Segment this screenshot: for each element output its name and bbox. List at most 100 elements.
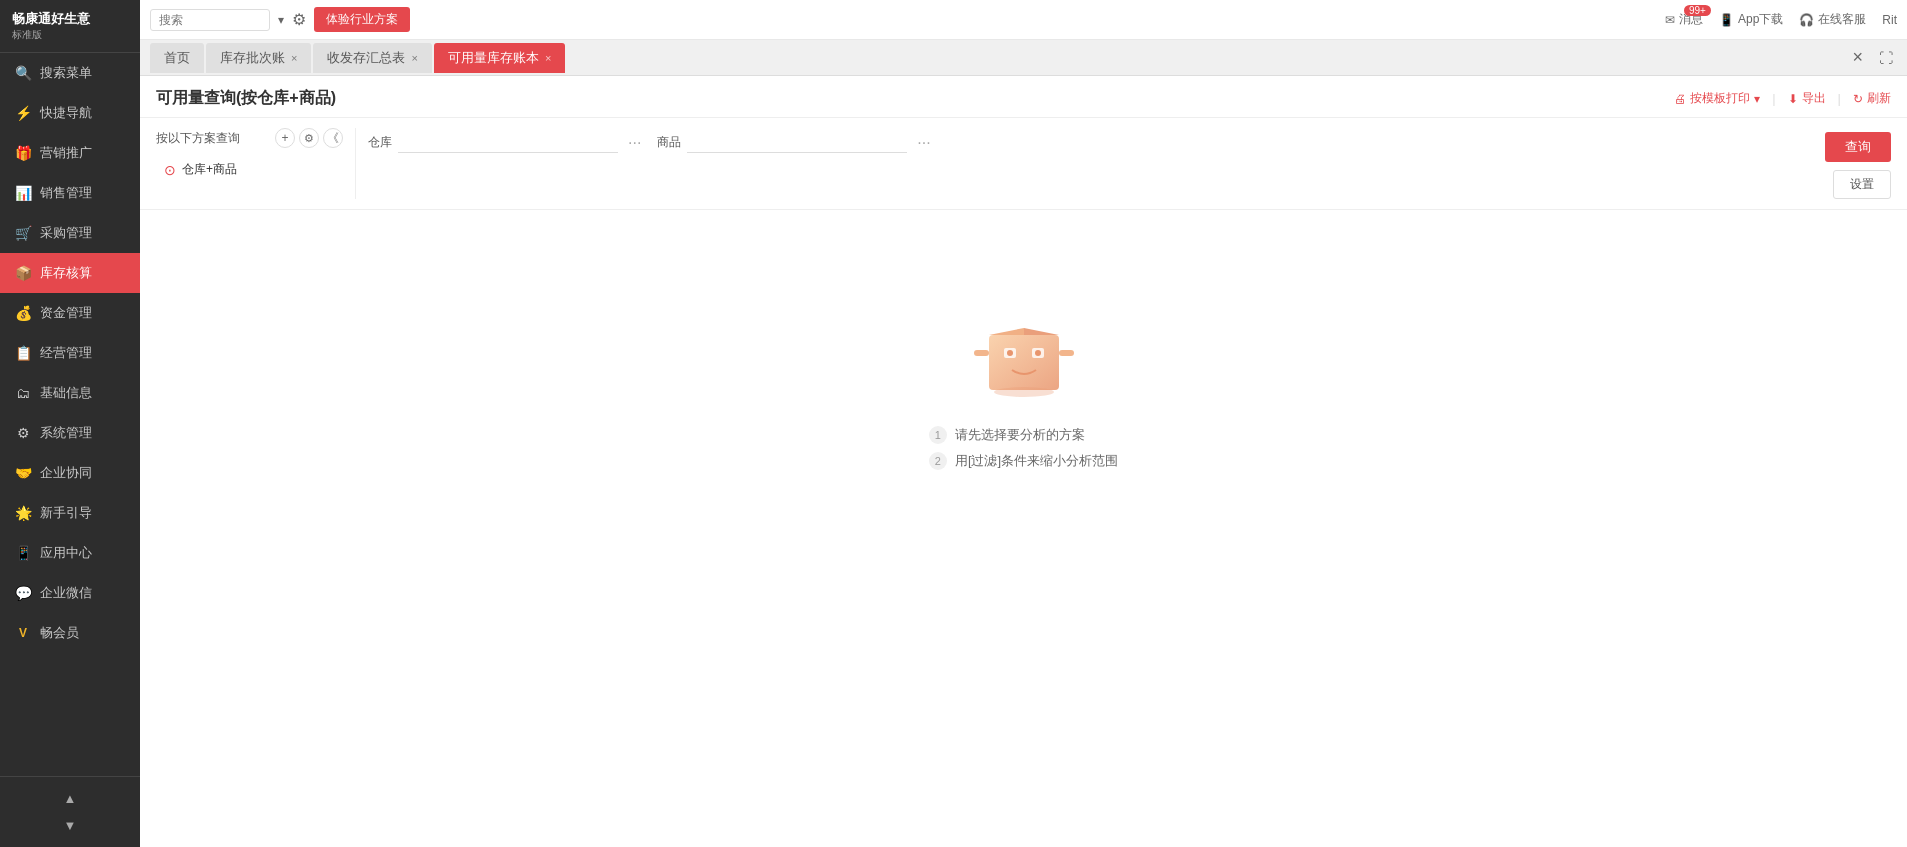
query-button[interactable]: 查询 <box>1825 132 1891 162</box>
tabbar-actions: × ⛶ <box>1846 45 1907 70</box>
tab-close-icon[interactable]: × <box>291 52 297 64</box>
tip-number-2: 2 <box>929 452 947 470</box>
service-label: 在线客服 <box>1818 11 1866 28</box>
sidebar-item-label: 搜索菜单 <box>40 64 92 82</box>
sidebar-item-quick-nav[interactable]: ⚡ 快捷导航 <box>0 93 140 133</box>
message-icon: ✉ <box>1665 13 1675 27</box>
phone-icon: 📱 <box>1719 13 1734 27</box>
cart-icon: 🛒 <box>14 224 32 242</box>
warehouse-label: 仓库 <box>368 134 392 151</box>
goods-input[interactable] <box>687 132 907 153</box>
print-dropdown-icon[interactable]: ▾ <box>1754 92 1760 106</box>
refresh-button[interactable]: ↻ 刷新 <box>1853 90 1891 107</box>
search-icon: 🔍 <box>14 64 32 82</box>
sidebar-item-apps[interactable]: 📱 应用中心 <box>0 533 140 573</box>
tip-text-1: 请先选择要分析的方案 <box>955 426 1085 444</box>
goods-label: 商品 <box>657 134 681 151</box>
sidebar-scroll-down[interactable]: ▼ <box>0 812 140 839</box>
empty-tip-1: 1 请先选择要分析的方案 <box>929 426 1118 444</box>
scheme-settings-button[interactable]: ⚙ <box>299 128 319 148</box>
warehouse-more-icon[interactable]: ··· <box>628 134 641 152</box>
separator: | <box>1838 91 1841 106</box>
sidebar-scroll-up[interactable]: ▲ <box>0 785 140 812</box>
user-menu[interactable]: Rit <box>1882 13 1897 27</box>
svg-rect-7 <box>974 350 989 356</box>
tabbar: 首页 库存批次账 × 收发存汇总表 × 可用量库存账本 × × ⛶ <box>140 40 1907 76</box>
sidebar-item-member[interactable]: V 畅会员 <box>0 613 140 653</box>
goods-filter-group: 商品 ··· <box>657 132 930 153</box>
search-input[interactable] <box>150 9 270 31</box>
close-all-tabs-button[interactable]: × <box>1846 45 1869 70</box>
sidebar-item-label: 应用中心 <box>40 544 92 562</box>
main-content: ▾ ⚙ 体验行业方案 ✉ 消息 99+ 📱 App下载 🎧 在线客服 Rit <box>140 0 1907 847</box>
sidebar-item-sales[interactable]: 📊 销售管理 <box>0 173 140 213</box>
warehouse-input[interactable] <box>398 132 618 153</box>
sidebar-item-label: 基础信息 <box>40 384 92 402</box>
filter-settings-button[interactable]: 设置 <box>1833 170 1891 199</box>
tab-available[interactable]: 可用量库存账本 × <box>434 43 565 73</box>
sidebar-item-label: 快捷导航 <box>40 104 92 122</box>
page-header: 可用量查询(按仓库+商品) 🖨 按模板打印 ▾ | ⬇ 导出 | ↻ 刷新 <box>140 76 1907 118</box>
goods-more-icon[interactable]: ··· <box>917 134 930 152</box>
message-button[interactable]: ✉ 消息 99+ <box>1665 11 1703 28</box>
tip-number-1: 1 <box>929 426 947 444</box>
collapse-button[interactable]: 《 <box>323 128 343 148</box>
sidebar-item-label: 资金管理 <box>40 304 92 322</box>
tab-batch[interactable]: 库存批次账 × <box>206 43 311 73</box>
settings-gear-icon[interactable]: ⚙ <box>292 10 306 29</box>
tab-close-icon[interactable]: × <box>545 52 551 64</box>
filter-inputs: 仓库 ··· 商品 ··· 查询 设置 <box>368 128 1891 199</box>
export-icon: ⬇ <box>1788 92 1798 106</box>
tab-close-icon[interactable]: × <box>411 52 417 64</box>
app-download-button[interactable]: 📱 App下载 <box>1719 11 1783 28</box>
empty-state: 1 请先选择要分析的方案 2 用[过滤]条件来缩小分析范围 <box>140 210 1907 550</box>
print-icon: 🖨 <box>1674 92 1686 106</box>
sidebar-item-marketing[interactable]: 🎁 营销推广 <box>0 133 140 173</box>
sidebar-item-wechat[interactable]: 💬 企业微信 <box>0 573 140 613</box>
logo-subtitle: 标准版 <box>12 28 128 42</box>
svg-marker-2 <box>1024 328 1059 335</box>
dropdown-arrow-icon[interactable]: ▾ <box>278 13 284 27</box>
sidebar-item-operations[interactable]: 📋 经营管理 <box>0 333 140 373</box>
sidebar-item-label: 库存核算 <box>40 264 92 282</box>
handshake-icon: 🤝 <box>14 464 32 482</box>
scheme-item[interactable]: ⊙ 仓库+商品 <box>156 156 343 183</box>
sidebar-item-finance[interactable]: 💰 资金管理 <box>0 293 140 333</box>
query-actions: 查询 设置 <box>1825 132 1891 199</box>
chart-icon: 📊 <box>14 184 32 202</box>
print-button[interactable]: 🖨 按模板打印 ▾ <box>1674 90 1760 107</box>
sidebar-item-newbie[interactable]: 🌟 新手引导 <box>0 493 140 533</box>
folder-icon: 🗂 <box>14 384 32 402</box>
sidebar-bottom: ▲ ▼ <box>0 776 140 847</box>
sidebar: 畅康通好生意 标准版 🔍 搜索菜单 ⚡ 快捷导航 🎁 营销推广 📊 销售管理 🛒… <box>0 0 140 847</box>
scheme-header-actions: + ⚙ 《 <box>275 128 343 148</box>
page-actions: 🖨 按模板打印 ▾ | ⬇ 导出 | ↻ 刷新 <box>1674 90 1891 107</box>
sidebar-item-label: 营销推广 <box>40 144 92 162</box>
trial-button[interactable]: 体验行业方案 <box>314 7 410 32</box>
online-service-button[interactable]: 🎧 在线客服 <box>1799 11 1866 28</box>
sidebar-item-basic[interactable]: 🗂 基础信息 <box>0 373 140 413</box>
svg-rect-8 <box>1059 350 1074 356</box>
sidebar-item-inventory[interactable]: 📦 库存核算 <box>0 253 140 293</box>
tab-label: 可用量库存账本 <box>448 49 539 67</box>
expand-button[interactable]: ⛶ <box>1873 48 1899 68</box>
sidebar-logo: 畅康通好生意 标准版 <box>0 0 140 53</box>
tab-home[interactable]: 首页 <box>150 43 204 73</box>
export-button[interactable]: ⬇ 导出 <box>1788 90 1826 107</box>
user-name: Rit <box>1882 13 1897 27</box>
sidebar-item-search[interactable]: 🔍 搜索菜单 <box>0 53 140 93</box>
tab-summary[interactable]: 收发存汇总表 × <box>313 43 431 73</box>
tab-label: 收发存汇总表 <box>327 49 405 67</box>
sidebar-item-coop[interactable]: 🤝 企业协同 <box>0 453 140 493</box>
topbar-search-area <box>150 9 270 31</box>
svg-point-5 <box>1007 350 1013 356</box>
tab-label: 首页 <box>164 49 190 67</box>
app-icon: 📱 <box>14 544 32 562</box>
sidebar-item-label: 畅会员 <box>40 624 79 642</box>
sidebar-item-purchase[interactable]: 🛒 采购管理 <box>0 213 140 253</box>
sidebar-item-label: 企业微信 <box>40 584 92 602</box>
add-scheme-button[interactable]: + <box>275 128 295 148</box>
wechat-icon: 💬 <box>14 584 32 602</box>
sidebar-item-system[interactable]: ⚙ 系统管理 <box>0 413 140 453</box>
empty-illustration <box>964 290 1084 410</box>
